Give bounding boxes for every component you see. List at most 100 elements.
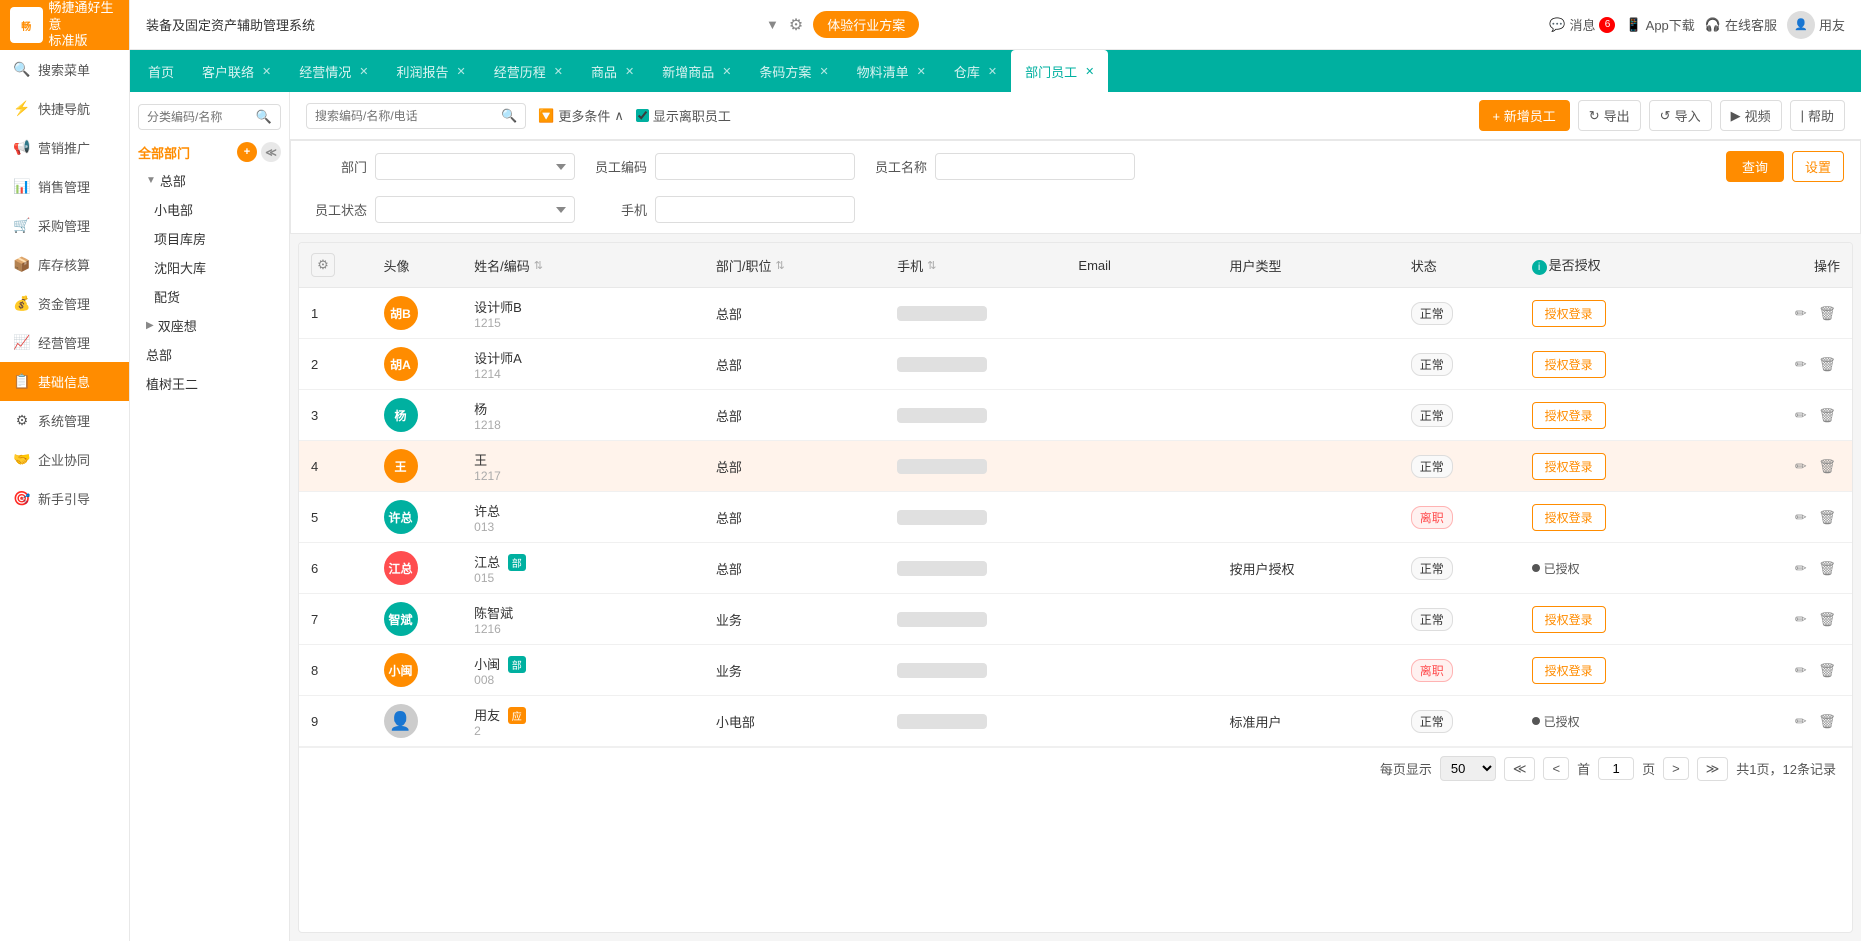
dept-filter-select[interactable]: [375, 153, 575, 180]
show-resigned-checkbox[interactable]: [636, 109, 649, 122]
tab-profit[interactable]: 利润报告 ✕: [382, 50, 479, 92]
auth-btn[interactable]: 授权登录: [1532, 453, 1606, 480]
tree-node-zongbu[interactable]: 总部: [130, 340, 289, 369]
edit-btn[interactable]: ✏: [1791, 711, 1811, 732]
tree-node-xiaodibu[interactable]: 小电部: [130, 195, 289, 224]
page-number-input[interactable]: [1598, 757, 1634, 780]
search-input[interactable]: [315, 109, 495, 123]
delete-btn[interactable]: 🗑: [1814, 405, 1840, 426]
edit-btn[interactable]: ✏: [1791, 507, 1811, 528]
show-resigned-check[interactable]: 显示离职员工: [636, 106, 731, 125]
delete-btn[interactable]: 🗑: [1814, 711, 1840, 732]
sidebar-item-sales[interactable]: 📊 销售管理: [0, 167, 129, 206]
trial-btn[interactable]: 体验行业方案: [813, 11, 919, 38]
tree-node-zhishu[interactable]: 植树王二: [130, 369, 289, 398]
edit-btn[interactable]: ✏: [1791, 354, 1811, 375]
col-header-name[interactable]: 姓名/编码 ⇅: [462, 243, 704, 288]
export-btn[interactable]: ↻ 导出: [1578, 100, 1641, 131]
edit-btn[interactable]: ✏: [1791, 609, 1811, 630]
delete-btn[interactable]: 🗑: [1814, 507, 1840, 528]
help-btn[interactable]: | 帮助: [1790, 100, 1845, 131]
close-icon[interactable]: ✕: [625, 65, 634, 78]
last-page-btn[interactable]: ≫: [1697, 757, 1729, 781]
edit-btn[interactable]: ✏: [1791, 405, 1811, 426]
tree-node-shuangzuo[interactable]: ▶ 双座想: [130, 311, 289, 340]
row-auth[interactable]: 授权登录: [1520, 288, 1731, 339]
dropdown-icon[interactable]: ▼: [766, 17, 779, 32]
delete-btn[interactable]: 🗑: [1814, 303, 1840, 324]
close-icon[interactable]: ✕: [819, 65, 828, 78]
query-btn[interactable]: 查询: [1726, 151, 1784, 182]
sidebar-item-basic[interactable]: 📋 基础信息: [0, 362, 129, 401]
tab-bom[interactable]: 物料清单 ✕: [843, 50, 940, 92]
tab-warehouse[interactable]: 仓库 ✕: [940, 50, 1011, 92]
sidebar-item-finance[interactable]: 💰 资金管理: [0, 284, 129, 323]
next-page-btn[interactable]: >: [1663, 757, 1689, 780]
delete-btn[interactable]: 🗑: [1814, 660, 1840, 681]
sidebar-item-quicknav[interactable]: ⚡ 快捷导航: [0, 89, 129, 128]
auth-btn[interactable]: 授权登录: [1532, 606, 1606, 633]
tab-history[interactable]: 经营历程 ✕: [480, 50, 577, 92]
tab-business[interactable]: 经营情况 ✕: [285, 50, 382, 92]
tab-employees[interactable]: 部门员工 ✕: [1011, 50, 1108, 92]
delete-btn[interactable]: 🗑: [1814, 558, 1840, 579]
col-header-dept[interactable]: 部门/职位 ⇅: [704, 243, 885, 288]
tab-goods[interactable]: 商品 ✕: [577, 50, 648, 92]
tree-node-peihuo[interactable]: 配货: [130, 282, 289, 311]
employee-name-input[interactable]: [935, 153, 1135, 180]
view-btn[interactable]: ▶ 视频: [1720, 100, 1782, 131]
sidebar-item-inventory[interactable]: 📦 库存核算: [0, 245, 129, 284]
online-service-btn[interactable]: 🎧 在线客服: [1705, 15, 1777, 34]
tree-add-btn[interactable]: +: [237, 142, 257, 162]
auth-btn[interactable]: 授权登录: [1532, 657, 1606, 684]
app-download-btn[interactable]: 📱 App下载: [1625, 15, 1694, 34]
edit-btn[interactable]: ✏: [1791, 303, 1811, 324]
tree-node-xianmu[interactable]: 项目库房: [130, 224, 289, 253]
import-btn[interactable]: ↺ 导入: [1649, 100, 1712, 131]
settings-icon[interactable]: ⚙: [789, 15, 803, 35]
tree-node-shenyang[interactable]: 沈阳大库: [130, 253, 289, 282]
close-icon[interactable]: ✕: [554, 65, 563, 78]
tree-search-box[interactable]: 🔍: [138, 104, 281, 130]
phone-filter-input[interactable]: [655, 196, 855, 223]
user-menu-btn[interactable]: 👤 用友: [1787, 11, 1845, 39]
row-auth[interactable]: 授权登录: [1520, 492, 1731, 543]
row-auth[interactable]: 授权登录: [1520, 390, 1731, 441]
sidebar-item-system[interactable]: ⚙ 系统管理: [0, 401, 129, 440]
delete-btn[interactable]: 🗑: [1814, 354, 1840, 375]
auth-btn[interactable]: 授权登录: [1532, 300, 1606, 327]
status-filter-select[interactable]: [375, 196, 575, 223]
sidebar-item-guide[interactable]: 🎯 新手引导: [0, 479, 129, 518]
delete-btn[interactable]: 🗑: [1814, 456, 1840, 477]
col-header-phone[interactable]: 手机 ⇅: [885, 243, 1066, 288]
row-auth[interactable]: 授权登录: [1520, 645, 1731, 696]
tree-search-input[interactable]: [147, 110, 252, 124]
close-icon[interactable]: ✕: [262, 65, 271, 78]
more-conditions-btn[interactable]: 🔽 更多条件 ∧: [538, 106, 624, 125]
employee-code-input[interactable]: [655, 153, 855, 180]
sidebar-item-search[interactable]: 🔍 搜索菜单: [0, 50, 129, 89]
edit-btn[interactable]: ✏: [1791, 660, 1811, 681]
close-icon[interactable]: ✕: [457, 65, 466, 78]
close-icon[interactable]: ✕: [988, 65, 997, 78]
sidebar-item-collab[interactable]: 🤝 企业协同: [0, 440, 129, 479]
tree-collapse-btn[interactable]: ≪: [261, 142, 281, 162]
prev-page-btn[interactable]: <: [1543, 757, 1569, 780]
message-btn[interactable]: 💬 消息 6: [1549, 15, 1615, 34]
tab-customer[interactable]: 客户联络 ✕: [188, 50, 285, 92]
row-auth[interactable]: 授权登录: [1520, 594, 1731, 645]
close-icon[interactable]: ✕: [917, 65, 926, 78]
sidebar-item-operations[interactable]: 📈 经营管理: [0, 323, 129, 362]
tab-addgoods[interactable]: 新增商品 ✕: [648, 50, 745, 92]
auth-btn[interactable]: 授权登录: [1532, 402, 1606, 429]
sidebar-item-purchase[interactable]: 🛒 采购管理: [0, 206, 129, 245]
close-icon[interactable]: ✕: [722, 65, 731, 78]
first-page-btn[interactable]: ≪: [1504, 757, 1536, 781]
edit-btn[interactable]: ✏: [1791, 558, 1811, 579]
auth-btn[interactable]: 授权登录: [1532, 351, 1606, 378]
row-auth[interactable]: 授权登录: [1520, 441, 1731, 492]
auth-btn[interactable]: 授权登录: [1532, 504, 1606, 531]
tab-home[interactable]: 首页: [134, 50, 188, 92]
tree-node-general[interactable]: ▼ 总部: [130, 166, 289, 195]
row-auth[interactable]: 授权登录: [1520, 339, 1731, 390]
